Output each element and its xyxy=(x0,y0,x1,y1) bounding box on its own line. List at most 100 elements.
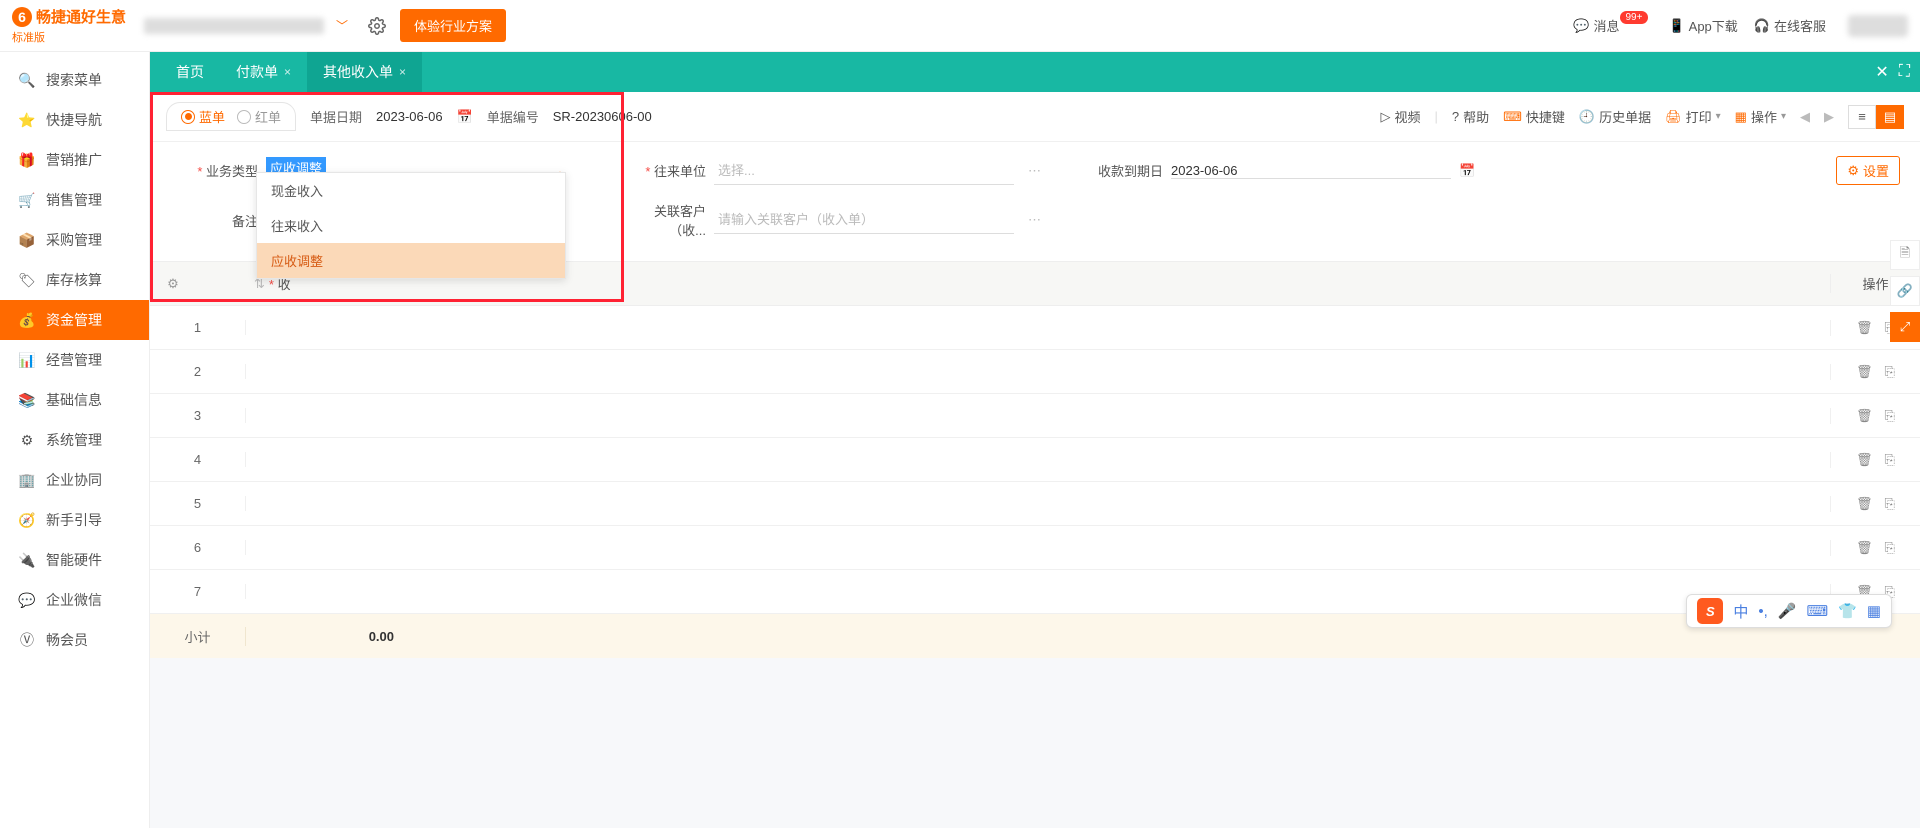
sidebar-item-9[interactable]: ⚙系统管理 xyxy=(0,420,149,460)
sidebar-item-1[interactable]: ⭐ 快捷导航 xyxy=(0,100,149,140)
sidebar-item-6[interactable]: 💰资金管理 xyxy=(0,300,149,340)
settings-button[interactable]: ⚙设置 xyxy=(1836,156,1900,185)
rel-customer-more-icon[interactable]: ⋯ xyxy=(1022,212,1047,228)
calendar-icon[interactable]: 📅 xyxy=(457,109,473,125)
view-list-button[interactable]: ≡ xyxy=(1848,105,1876,129)
ime-skin-icon[interactable]: 👕 xyxy=(1838,602,1857,620)
sidebar-item-label: 新手引导 xyxy=(46,510,102,530)
tab-1[interactable]: 付款单× xyxy=(220,52,307,92)
rel-customer-input[interactable] xyxy=(714,206,1014,234)
doc-date-value[interactable]: 2023-06-06 xyxy=(376,109,443,124)
party-input[interactable] xyxy=(714,157,1014,185)
table-row[interactable]: 7🗑⎘ xyxy=(150,570,1920,614)
messages-badge: 99+ xyxy=(1620,11,1649,24)
sidebar-item-0[interactable]: 🔍搜索菜单 xyxy=(0,60,149,100)
row-delete-icon[interactable]: 🗑 xyxy=(1856,408,1873,424)
party-more-icon[interactable]: ⋯ xyxy=(1022,163,1047,179)
sidebar-item-2[interactable]: 🎁营销推广 xyxy=(0,140,149,180)
ime-mic-icon[interactable]: 🎤 xyxy=(1778,602,1797,620)
brand-block: 6 畅捷通好生意 标准版 xyxy=(12,6,126,45)
sidebar-item-14[interactable]: Ⓥ畅会员 xyxy=(0,620,149,660)
form-area: 业务类型 应收调整 ︿ 往来单位 ⋯ 收款到期日 2023-06-06 📅 ⚙设… xyxy=(150,142,1920,261)
tab-2[interactable]: 其他收入单× xyxy=(307,52,422,92)
sidebar-item-13[interactable]: 💬企业微信 xyxy=(0,580,149,620)
doc-no-label: 单据编号 xyxy=(487,107,539,126)
history-link[interactable]: 🕘历史单据 xyxy=(1579,107,1651,126)
rail-tool-2[interactable]: 🔗 xyxy=(1890,276,1920,306)
detail-table: ⚙ ⇅收 操作 1🗑⎘2🗑⎘3🗑⎘4🗑⎘5🗑⎘6🗑⎘7🗑⎘ 小计 0.00 xyxy=(150,261,1920,658)
tab-close-icon[interactable]: × xyxy=(399,65,406,79)
row-delete-icon[interactable]: 🗑 xyxy=(1856,364,1873,380)
biz-type-option-0[interactable]: 现金收入 xyxy=(257,173,565,208)
settings-button-label: 设置 xyxy=(1863,161,1889,180)
row-delete-icon[interactable]: 🗑 xyxy=(1856,496,1873,512)
messages-link[interactable]: 💬 消息 99+ xyxy=(1573,16,1652,35)
ime-keyboard-icon[interactable]: ⌨ xyxy=(1806,602,1828,620)
biz-type-label: 业务类型 xyxy=(170,161,258,180)
row-copy-icon[interactable]: ⎘ xyxy=(1885,496,1895,512)
next-doc-icon[interactable]: ▶ xyxy=(1824,109,1834,125)
sidebar-icon: 🔌 xyxy=(18,552,36,569)
prev-doc-icon[interactable]: ◀ xyxy=(1800,109,1810,125)
video-link[interactable]: ▷视频 xyxy=(1380,107,1420,126)
sidebar-icon: ⭐ xyxy=(18,112,36,129)
sidebar-item-10[interactable]: 🏢企业协同 xyxy=(0,460,149,500)
tab-close-all-icon[interactable]: ✕ xyxy=(1875,62,1888,82)
calendar-icon[interactable]: 📅 xyxy=(1459,163,1475,179)
ime-punct-icon[interactable]: •, xyxy=(1758,603,1767,620)
row-delete-icon[interactable]: 🗑 xyxy=(1856,320,1873,336)
print-icon: 🖨 xyxy=(1665,109,1682,125)
sidebar-item-3[interactable]: 🛒销售管理 xyxy=(0,180,149,220)
row-copy-icon[interactable]: ⎘ xyxy=(1885,364,1895,380)
tab-0[interactable]: 首页 xyxy=(160,52,220,92)
sidebar-item-7[interactable]: 📊经营管理 xyxy=(0,340,149,380)
biz-type-dropdown: 现金收入往来收入应收调整 xyxy=(256,172,566,279)
sidebar-item-11[interactable]: 🧭新手引导 xyxy=(0,500,149,540)
gear-icon[interactable] xyxy=(368,17,386,35)
sidebar-item-8[interactable]: 📚基础信息 xyxy=(0,380,149,420)
sidebar-item-5[interactable]: 🏷库存核算 xyxy=(0,260,149,300)
table-row[interactable]: 2🗑⎘ xyxy=(150,350,1920,394)
app-download-link[interactable]: 📱 App下载 xyxy=(1668,16,1737,35)
table-row[interactable]: 5🗑⎘ xyxy=(150,482,1920,526)
ime-toolbar[interactable]: S 中 •, 🎤 ⌨ 👕 ▦ xyxy=(1686,594,1892,628)
rail-tool-1[interactable]: 🗎 xyxy=(1890,240,1920,270)
user-avatar-blurred[interactable] xyxy=(1848,15,1908,37)
row-copy-icon[interactable]: ⎘ xyxy=(1885,452,1895,468)
company-chevron-icon[interactable]: ﹀ xyxy=(336,17,348,34)
biz-type-option-2[interactable]: 应收调整 xyxy=(257,243,565,278)
table-settings-icon[interactable]: ⚙ xyxy=(150,276,196,292)
table-row[interactable]: 4🗑⎘ xyxy=(150,438,1920,482)
sidebar-icon: 🎁 xyxy=(18,152,36,169)
sidebar-item-12[interactable]: 🔌智能硬件 xyxy=(0,540,149,580)
ime-lang[interactable]: 中 xyxy=(1733,601,1748,622)
trial-button[interactable]: 体验行业方案 xyxy=(400,9,506,42)
help-link[interactable]: ?帮助 xyxy=(1452,107,1489,126)
messages-label: 消息 xyxy=(1593,16,1619,35)
online-service-link[interactable]: 🎧 在线客服 xyxy=(1754,16,1826,35)
view-card-button[interactable]: ▤ xyxy=(1876,105,1904,129)
table-row[interactable]: 3🗑⎘ xyxy=(150,394,1920,438)
row-delete-icon[interactable]: 🗑 xyxy=(1856,540,1873,556)
sidebar-item-label: 资金管理 xyxy=(46,310,102,330)
tab-close-icon[interactable]: × xyxy=(284,65,291,79)
row-copy-icon[interactable]: ⎘ xyxy=(1885,540,1895,556)
red-doc-radio[interactable]: 红单 xyxy=(237,107,281,126)
rail-tool-3[interactable]: ⤢ xyxy=(1890,312,1920,342)
tabs-bar: 首页付款单×其他收入单× ✕ ⛶ xyxy=(150,52,1920,92)
table-row[interactable]: 1🗑⎘ xyxy=(150,306,1920,350)
blue-doc-radio[interactable]: 蓝单 xyxy=(181,107,225,126)
biz-type-option-1[interactable]: 往来收入 xyxy=(257,208,565,243)
sidebar-item-4[interactable]: 📦采购管理 xyxy=(0,220,149,260)
tab-expand-icon[interactable]: ⛶ xyxy=(1899,63,1910,81)
ime-menu-icon[interactable]: ▦ xyxy=(1867,602,1881,620)
row-copy-icon[interactable]: ⎘ xyxy=(1885,408,1895,424)
table-row[interactable]: 6🗑⎘ xyxy=(150,526,1920,570)
sidebar-item-label: 快捷导航 xyxy=(46,110,102,130)
shortcut-link[interactable]: ⌨快捷键 xyxy=(1503,107,1565,126)
operate-link[interactable]: ▦操作▾ xyxy=(1735,107,1786,126)
due-date-value[interactable]: 2023-06-06 xyxy=(1171,163,1451,179)
print-link[interactable]: 🖨打印▾ xyxy=(1665,107,1721,126)
row-delete-icon[interactable]: 🗑 xyxy=(1856,452,1873,468)
sidebar-icon: 🛒 xyxy=(18,192,36,209)
